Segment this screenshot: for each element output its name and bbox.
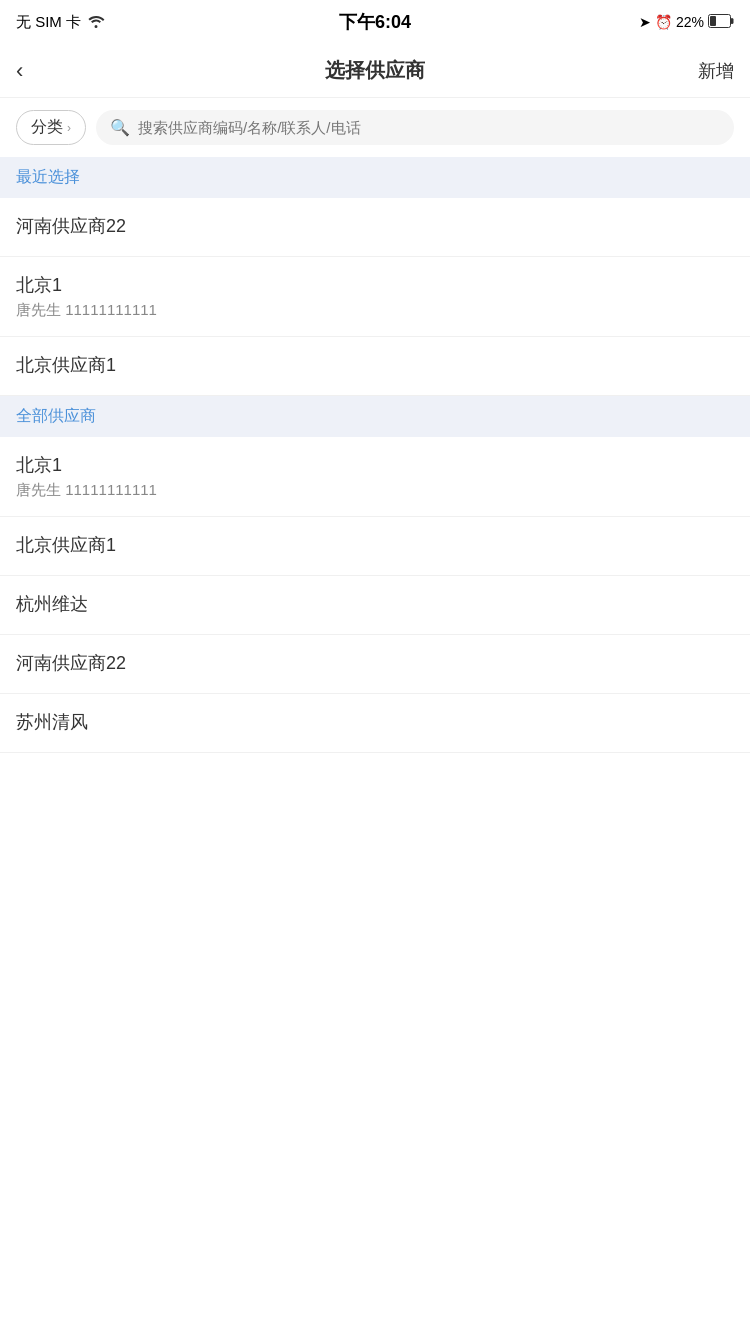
search-icon: 🔍 xyxy=(110,118,130,137)
category-button[interactable]: 分类 › xyxy=(16,110,86,145)
list-item[interactable]: 北京1 唐先生 11111111111 xyxy=(0,257,750,337)
wifi-icon xyxy=(87,14,105,31)
recent-section-header: 最近选择 xyxy=(0,157,750,198)
page-title: 选择供应商 xyxy=(325,57,425,84)
supplier-contact: 唐先生 11111111111 xyxy=(16,301,734,320)
status-left: 无 SIM 卡 xyxy=(16,13,105,32)
list-item[interactable]: 北京供应商1 xyxy=(0,517,750,576)
list-item[interactable]: 苏州清风 xyxy=(0,694,750,753)
supplier-name: 苏州清风 xyxy=(16,710,734,734)
svg-rect-1 xyxy=(731,18,734,24)
back-button[interactable]: ‹ xyxy=(8,50,31,92)
supplier-name: 河南供应商22 xyxy=(16,214,734,238)
supplier-name: 北京1 xyxy=(16,273,734,297)
battery-icon xyxy=(708,14,734,31)
supplier-name: 北京供应商1 xyxy=(16,533,734,557)
list-item[interactable]: 河南供应商22 xyxy=(0,198,750,257)
status-time: 下午6:04 xyxy=(339,10,411,34)
list-item[interactable]: 北京1 唐先生 11111111111 xyxy=(0,437,750,517)
supplier-name: 河南供应商22 xyxy=(16,651,734,675)
recent-items-list: 河南供应商22 北京1 唐先生 11111111111 北京供应商1 xyxy=(0,198,750,396)
add-button[interactable]: 新增 xyxy=(698,59,734,83)
search-box[interactable]: 🔍 xyxy=(96,110,734,145)
recent-section-label: 最近选择 xyxy=(16,168,80,185)
status-bar: 无 SIM 卡 下午6:04 ➤ ⏰ 22% xyxy=(0,0,750,44)
sim-text: 无 SIM 卡 xyxy=(16,13,81,32)
search-input[interactable] xyxy=(138,119,720,136)
nav-bar: ‹ 选择供应商 新增 xyxy=(0,44,750,98)
filter-bar: 分类 › 🔍 xyxy=(0,98,750,157)
supplier-name: 杭州维达 xyxy=(16,592,734,616)
alarm-icon: ⏰ xyxy=(655,14,672,30)
battery-text: 22% xyxy=(676,14,704,30)
list-item[interactable]: 北京供应商1 xyxy=(0,337,750,396)
chevron-right-icon: › xyxy=(67,121,71,135)
supplier-name: 北京1 xyxy=(16,453,734,477)
list-item[interactable]: 河南供应商22 xyxy=(0,635,750,694)
category-label: 分类 xyxy=(31,117,63,138)
supplier-name: 北京供应商1 xyxy=(16,353,734,377)
list-item[interactable]: 杭州维达 xyxy=(0,576,750,635)
svg-rect-2 xyxy=(710,16,716,26)
all-section-label: 全部供应商 xyxy=(16,407,96,424)
all-section-header: 全部供应商 xyxy=(0,396,750,437)
status-right: ➤ ⏰ 22% xyxy=(639,14,734,31)
location-icon: ➤ xyxy=(639,14,651,30)
all-items-list: 北京1 唐先生 11111111111 北京供应商1 杭州维达河南供应商22 苏州清风 xyxy=(0,437,750,753)
supplier-contact: 唐先生 11111111111 xyxy=(16,481,734,500)
